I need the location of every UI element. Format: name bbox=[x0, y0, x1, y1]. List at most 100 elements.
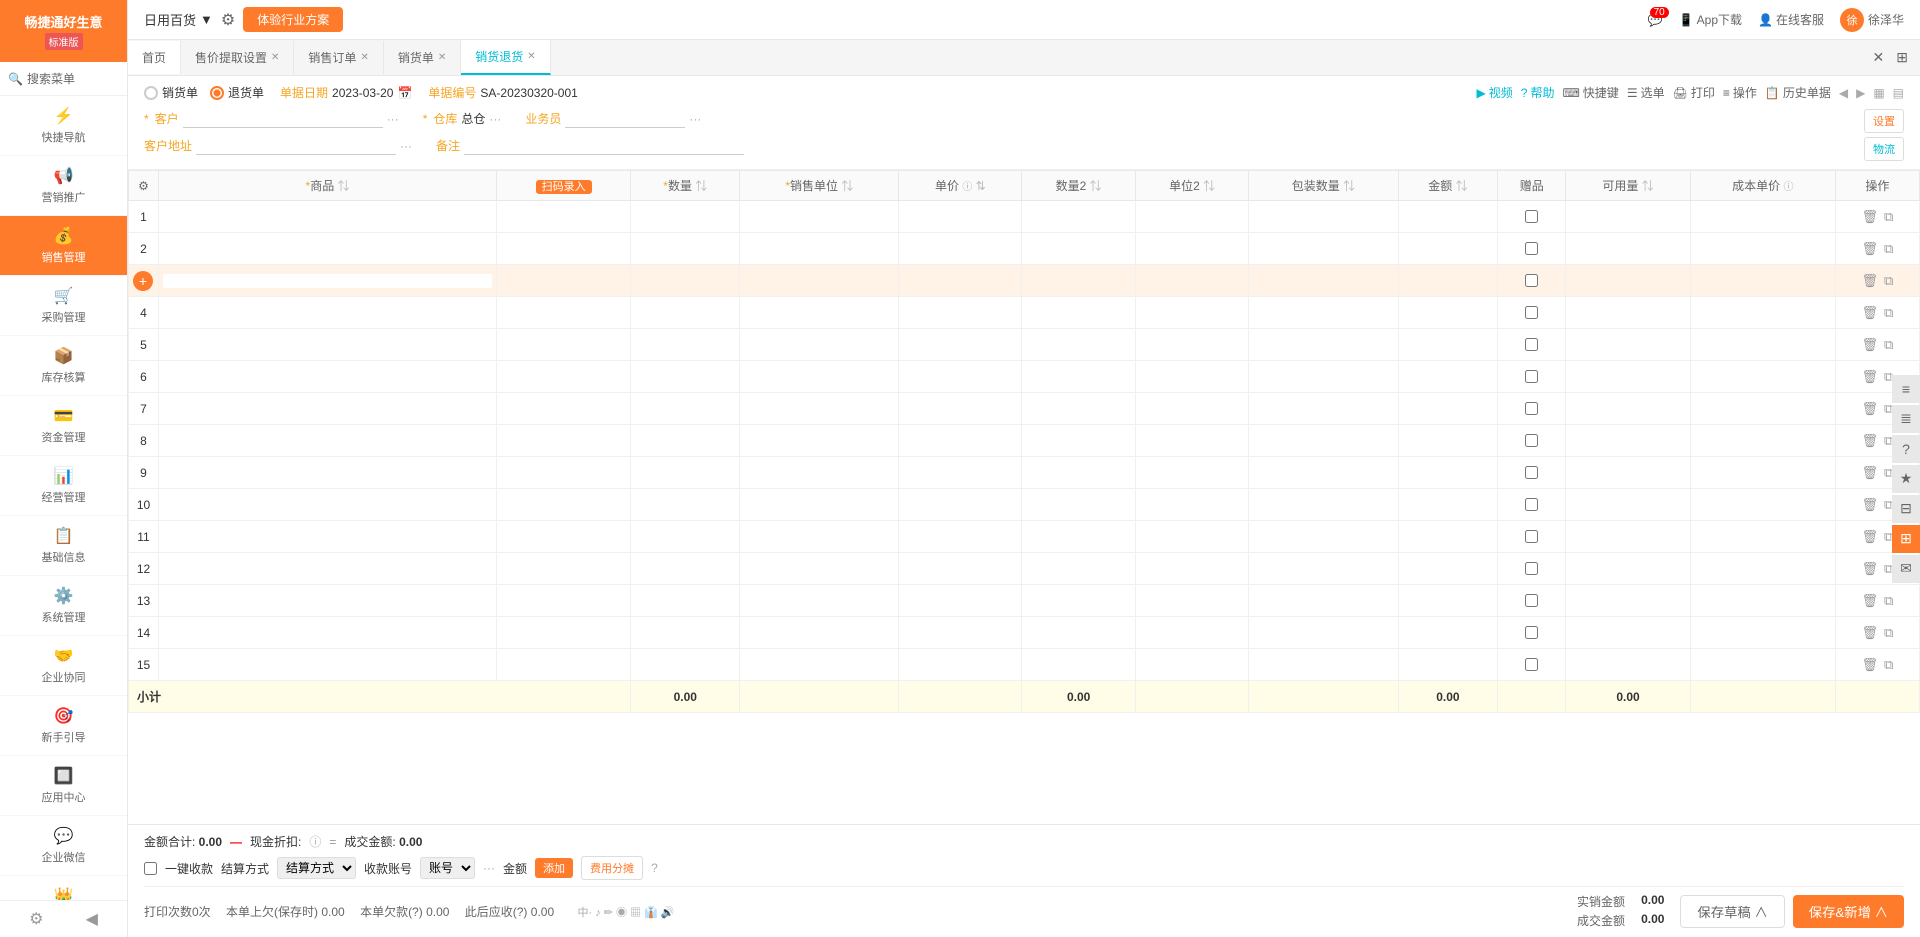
unit2-cell-2[interactable] bbox=[1135, 233, 1248, 265]
pkg-qty-cell-2[interactable] bbox=[1249, 233, 1398, 265]
pkg-qty-cell-6[interactable] bbox=[1249, 361, 1398, 393]
cost-price-cell-14[interactable] bbox=[1690, 617, 1835, 649]
fee-help-icon[interactable]: ? bbox=[651, 861, 658, 875]
product-cell-12[interactable] bbox=[159, 553, 497, 585]
unit2-cell-3[interactable] bbox=[1135, 265, 1248, 297]
unit2-cell-6[interactable] bbox=[1135, 361, 1248, 393]
unit2-cell-1[interactable] bbox=[1135, 201, 1248, 233]
gift-cell-12[interactable] bbox=[1498, 553, 1566, 585]
unit-cell-7[interactable] bbox=[740, 393, 899, 425]
delete-icon-7[interactable]: 🗑 bbox=[1861, 401, 1878, 417]
app-download-btn[interactable]: 📱 App下载 bbox=[1679, 11, 1742, 28]
pkg-qty-cell-9[interactable] bbox=[1249, 457, 1398, 489]
amount-cell-12[interactable] bbox=[1398, 553, 1498, 585]
available-cell-5[interactable] bbox=[1566, 329, 1690, 361]
product-cell-2[interactable] bbox=[159, 233, 497, 265]
price-cell-11[interactable] bbox=[899, 521, 1022, 553]
pkg-qty-cell-15[interactable] bbox=[1249, 649, 1398, 681]
unit-cell-15[interactable] bbox=[740, 649, 899, 681]
copy-icon-14[interactable]: ⧉ bbox=[1884, 625, 1893, 641]
amount-cell-5[interactable] bbox=[1398, 329, 1498, 361]
price-cell-6[interactable] bbox=[899, 361, 1022, 393]
product-cell-1[interactable] bbox=[159, 201, 497, 233]
delete-icon-10[interactable]: 🗑 bbox=[1861, 497, 1878, 513]
delete-icon-6[interactable]: 🗑 bbox=[1861, 369, 1878, 385]
product-cell-6[interactable] bbox=[159, 361, 497, 393]
gift-cell-4[interactable] bbox=[1498, 297, 1566, 329]
price-cell-1[interactable] bbox=[899, 201, 1022, 233]
price-cell-15[interactable] bbox=[899, 649, 1022, 681]
save-new-btn[interactable]: 保存&新增 ∧ bbox=[1793, 895, 1904, 928]
sidebar-item-appstore[interactable]: 🔲 应用中心 bbox=[0, 756, 127, 816]
available-cell-12[interactable] bbox=[1566, 553, 1690, 585]
amount-cell-9[interactable] bbox=[1398, 457, 1498, 489]
gift-checkbox-15[interactable] bbox=[1525, 658, 1538, 671]
tab-3[interactable]: 销货单✕ bbox=[384, 41, 461, 74]
qty-cell-11[interactable] bbox=[631, 521, 740, 553]
gift-cell-1[interactable] bbox=[1498, 201, 1566, 233]
qty2-cell-13[interactable] bbox=[1022, 585, 1135, 617]
sidebar-item-system[interactable]: ⚙️ 系统管理 bbox=[0, 576, 127, 636]
available-cell-1[interactable] bbox=[1566, 201, 1690, 233]
price-cell-9[interactable] bbox=[899, 457, 1022, 489]
pkg-qty-cell-10[interactable] bbox=[1249, 489, 1398, 521]
add-payment-btn[interactable]: 添加 bbox=[535, 858, 573, 878]
product-cell-11[interactable] bbox=[159, 521, 497, 553]
unit-cell-6[interactable] bbox=[740, 361, 899, 393]
delete-icon-14[interactable]: 🗑 bbox=[1861, 625, 1878, 641]
gift-checkbox-12[interactable] bbox=[1525, 562, 1538, 575]
unit-cell-9[interactable] bbox=[740, 457, 899, 489]
gift-checkbox-5[interactable] bbox=[1525, 338, 1538, 351]
gift-checkbox-9[interactable] bbox=[1525, 466, 1538, 479]
cost-price-cell-7[interactable] bbox=[1690, 393, 1835, 425]
online-service-btn[interactable]: 👤 在线客服 bbox=[1758, 11, 1824, 28]
product-cell-14[interactable] bbox=[159, 617, 497, 649]
fee-split-btn[interactable]: 费用分摊 bbox=[581, 856, 643, 880]
settlement-select[interactable]: 结算方式 bbox=[277, 857, 356, 879]
amount-cell-3[interactable] bbox=[1398, 265, 1498, 297]
radio-sales[interactable]: 销货单 bbox=[144, 84, 198, 101]
cost-price-cell-5[interactable] bbox=[1690, 329, 1835, 361]
cost-price-cell-13[interactable] bbox=[1690, 585, 1835, 617]
available-cell-4[interactable] bbox=[1566, 297, 1690, 329]
product-cell-8[interactable] bbox=[159, 425, 497, 457]
qty-cell-5[interactable] bbox=[631, 329, 740, 361]
tab-0[interactable]: 首页 bbox=[128, 41, 181, 74]
cost-price-cell-15[interactable] bbox=[1690, 649, 1835, 681]
cost-price-cell-9[interactable] bbox=[1690, 457, 1835, 489]
gift-cell-14[interactable] bbox=[1498, 617, 1566, 649]
delete-icon-15[interactable]: 🗑 bbox=[1861, 657, 1878, 673]
price-cell-14[interactable] bbox=[899, 617, 1022, 649]
copy-icon-15[interactable]: ⧉ bbox=[1884, 657, 1893, 673]
unit2-cell-15[interactable] bbox=[1135, 649, 1248, 681]
remark-input[interactable] bbox=[464, 136, 744, 155]
right-tool-4[interactable]: ★ bbox=[1892, 465, 1920, 493]
select-btn[interactable]: ☰ 选单 bbox=[1627, 84, 1665, 101]
video-btn[interactable]: ▶ 视频 bbox=[1477, 84, 1513, 101]
qty2-cell-5[interactable] bbox=[1022, 329, 1135, 361]
salesman-dots[interactable]: ··· bbox=[689, 112, 701, 126]
qty2-cell-7[interactable] bbox=[1022, 393, 1135, 425]
price-cell-2[interactable] bbox=[899, 233, 1022, 265]
pkg-qty-cell-14[interactable] bbox=[1249, 617, 1398, 649]
unit-cell-1[interactable] bbox=[740, 201, 899, 233]
right-tool-3[interactable]: ? bbox=[1892, 435, 1920, 463]
customer-input[interactable] bbox=[183, 109, 383, 128]
sidebar-item-purchase[interactable]: 🛒 采购管理 bbox=[0, 276, 127, 336]
tab-close-2[interactable]: ✕ bbox=[360, 52, 368, 63]
qty-cell-13[interactable] bbox=[631, 585, 740, 617]
sidebar-item-inventory[interactable]: 📦 库存核算 bbox=[0, 336, 127, 396]
available-cell-9[interactable] bbox=[1566, 457, 1690, 489]
print-btn[interactable]: 🖨 打印 bbox=[1673, 84, 1715, 101]
gift-cell-11[interactable] bbox=[1498, 521, 1566, 553]
qty-cell-12[interactable] bbox=[631, 553, 740, 585]
gift-cell-6[interactable] bbox=[1498, 361, 1566, 393]
delete-icon-12[interactable]: 🗑 bbox=[1861, 561, 1878, 577]
pkg-qty-cell-13[interactable] bbox=[1249, 585, 1398, 617]
cost-price-cell-3[interactable] bbox=[1690, 265, 1835, 297]
unit-cell-11[interactable] bbox=[740, 521, 899, 553]
account-dots[interactable]: ··· bbox=[483, 861, 495, 875]
tab-maximize-icon[interactable]: ⊞ bbox=[1892, 47, 1912, 68]
delete-icon-4[interactable]: 🗑 bbox=[1861, 305, 1878, 321]
sidebar-item-sales[interactable]: 💰 销售管理 bbox=[0, 216, 127, 276]
